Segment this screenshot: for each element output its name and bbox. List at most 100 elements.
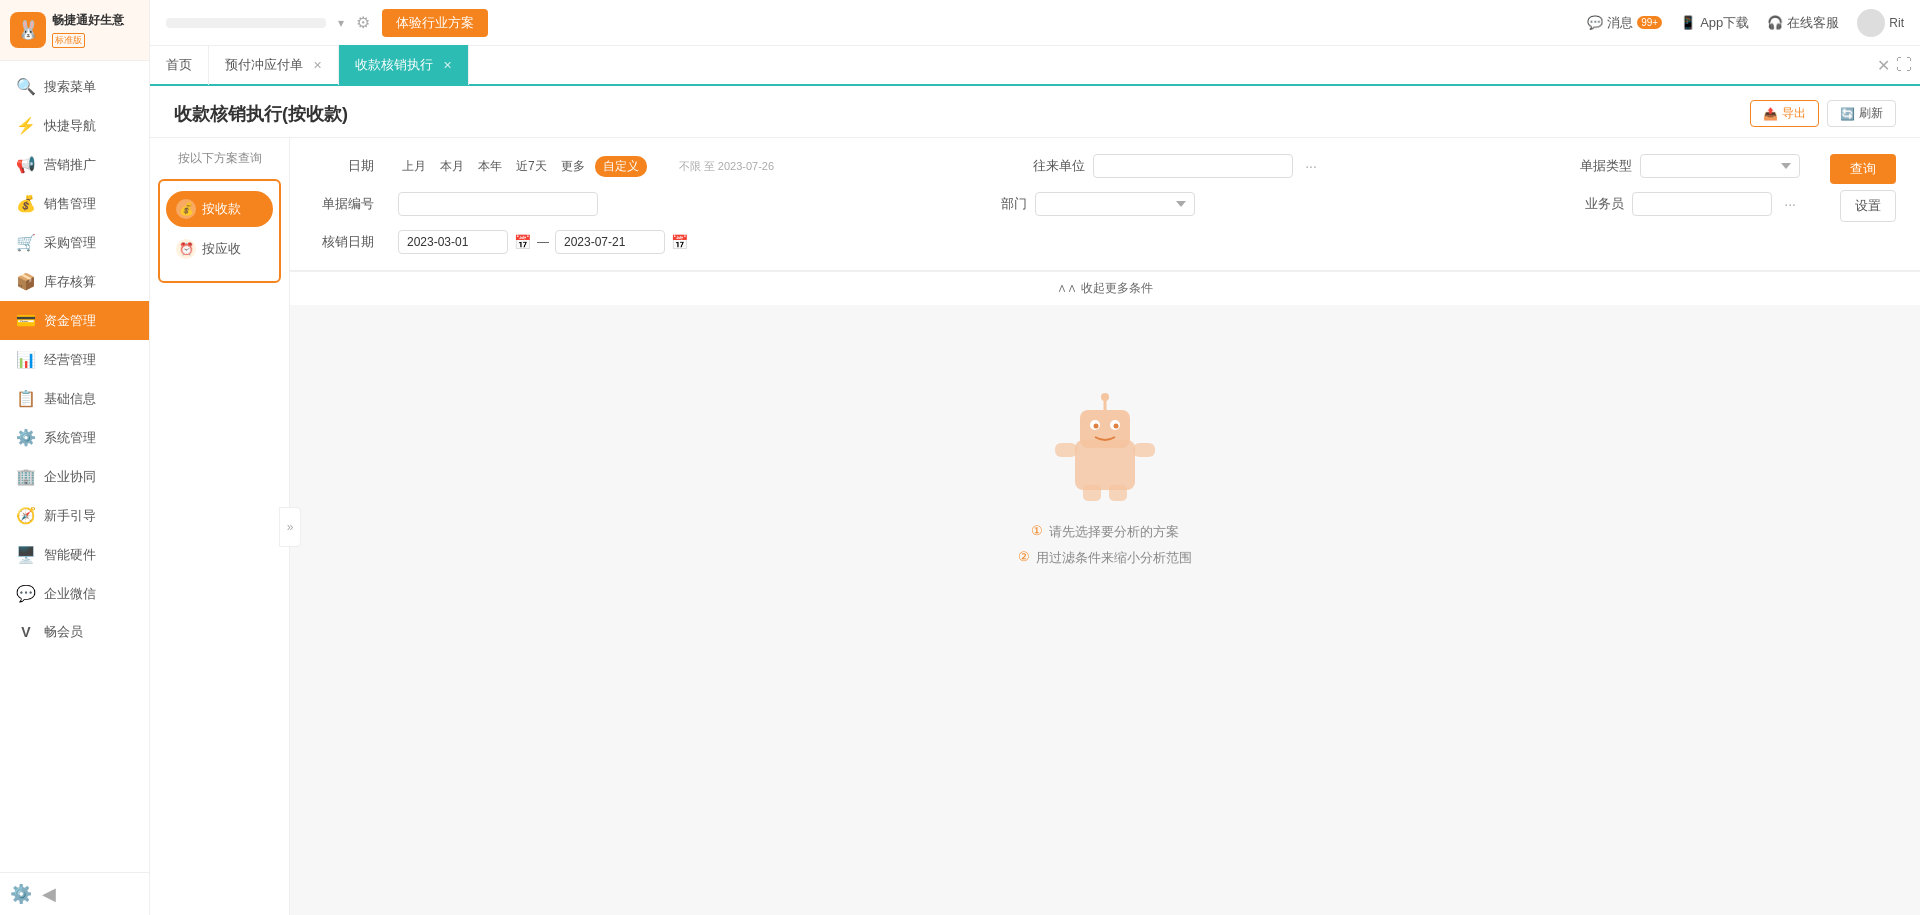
content-area: 按以下方案查询 💰 按收款 ⏰ 按应收 » xyxy=(150,138,1920,915)
calendar-end-icon[interactable]: 📅 xyxy=(671,234,688,250)
sidebar-item-marketing[interactable]: 📢 营销推广 xyxy=(0,145,149,184)
sidebar-item-hardware[interactable]: 🖥️ 智能硬件 xyxy=(0,535,149,574)
management-icon: 📊 xyxy=(16,350,36,369)
bill-no-input[interactable] xyxy=(398,192,598,216)
expand-icon[interactable]: ⛶ xyxy=(1896,56,1912,74)
filter-options-container: 💰 按收款 ⏰ 按应收 xyxy=(158,179,281,283)
topbar-chevron-icon[interactable]: ▾ xyxy=(338,16,344,30)
dept-select[interactable] xyxy=(1035,192,1195,216)
sidebar-item-system[interactable]: ⚙️ 系统管理 xyxy=(0,418,149,457)
sidebar-item-basic[interactable]: 📋 基础信息 xyxy=(0,379,149,418)
user-account[interactable]: Rit xyxy=(1857,9,1904,37)
svg-rect-11 xyxy=(1109,485,1127,501)
sidebar-item-label: 智能硬件 xyxy=(44,546,96,564)
online-service-button[interactable]: 🎧 在线客服 xyxy=(1767,14,1839,32)
filter-option-label: 按收款 xyxy=(202,200,241,218)
date-no-limit: 不限 至 2023-07-26 xyxy=(679,159,774,174)
collapse-filter-panel-button[interactable]: » xyxy=(279,507,301,547)
collapse-arrow-icon: ∧∧ xyxy=(1057,281,1077,295)
collapse-more-conditions[interactable]: ∧∧ 收起更多条件 xyxy=(290,271,1920,305)
industry-solution-button[interactable]: 体验行业方案 xyxy=(382,9,488,37)
sidebar-item-wechat[interactable]: 💬 企业微信 xyxy=(0,574,149,613)
svg-point-5 xyxy=(1114,424,1119,429)
counterparty-input[interactable] xyxy=(1093,154,1293,178)
topbar: ▾ ⚙ 体验行业方案 💬 消息 99+ 📱 App下载 🎧 在线客服 Rit xyxy=(150,0,1920,46)
sidebar-item-label: 库存核算 xyxy=(44,273,96,291)
sidebar-item-label: 基础信息 xyxy=(44,390,96,408)
date-btn-this-year[interactable]: 本年 xyxy=(474,156,506,177)
query-area: 日期 上月 本月 本年 近7天 更多 自定义 不限 至 2023-07-26 xyxy=(290,138,1920,915)
refresh-icon: 🔄 xyxy=(1840,107,1855,121)
tab-prepay[interactable]: 预付冲应付单 ✕ xyxy=(209,45,339,85)
settings-button[interactable]: 设置 xyxy=(1840,190,1896,222)
staff-input[interactable] xyxy=(1632,192,1772,216)
writeoff-end-date[interactable] xyxy=(555,230,665,254)
settings-icon[interactable]: ⚙️ xyxy=(10,883,32,905)
hardware-icon: 🖥️ xyxy=(16,545,36,564)
filter-option-by-receipt[interactable]: 💰 按收款 xyxy=(166,191,273,227)
message-label: 消息 xyxy=(1607,14,1633,32)
date-btn-last-month[interactable]: 上月 xyxy=(398,156,430,177)
system-icon: ⚙️ xyxy=(16,428,36,447)
topbar-gear-icon[interactable]: ⚙ xyxy=(356,13,370,32)
svg-rect-10 xyxy=(1083,485,1101,501)
sales-icon: 💰 xyxy=(16,194,36,213)
tab-prepay-close-icon[interactable]: ✕ xyxy=(313,59,322,72)
inventory-icon: 📦 xyxy=(16,272,36,291)
svg-rect-1 xyxy=(1080,410,1130,448)
by-receivable-icon: ⏰ xyxy=(176,239,196,259)
sidebar-item-management[interactable]: 📊 经营管理 xyxy=(0,340,149,379)
tab-receipt-writeoff[interactable]: 收款核销执行 ✕ xyxy=(339,45,469,85)
refresh-button[interactable]: 🔄 刷新 xyxy=(1827,100,1896,127)
sidebar-item-purchase[interactable]: 🛒 采购管理 xyxy=(0,223,149,262)
form-row-writeoff-date: 核销日期 📅 — 📅 xyxy=(314,230,1800,254)
empty-robot-svg xyxy=(1045,385,1165,505)
tab-home-label: 首页 xyxy=(166,56,192,74)
logo-name: 畅捷通好生意 xyxy=(52,12,124,29)
date-btn-custom[interactable]: 自定义 xyxy=(595,156,647,177)
form-row-date: 日期 上月 本月 本年 近7天 更多 自定义 不限 至 2023-07-26 xyxy=(314,154,1800,178)
close-tab-icon[interactable]: ✕ xyxy=(1877,56,1890,75)
export-label: 导出 xyxy=(1782,105,1806,122)
sidebar-item-label: 快捷导航 xyxy=(44,117,96,135)
query-button[interactable]: 查询 xyxy=(1830,154,1896,184)
tab-receipt-writeoff-label: 收款核销执行 xyxy=(355,56,433,74)
date-btn-more[interactable]: 更多 xyxy=(557,156,589,177)
export-button[interactable]: 📤 导出 xyxy=(1750,100,1819,127)
sidebar-item-vip[interactable]: V 畅会员 xyxy=(0,613,149,651)
sidebar-item-label: 资金管理 xyxy=(44,312,96,330)
online-service-icon: 🎧 xyxy=(1767,15,1783,30)
sidebar-item-inventory[interactable]: 📦 库存核算 xyxy=(0,262,149,301)
refresh-label: 刷新 xyxy=(1859,105,1883,122)
sidebar-item-funds[interactable]: 💳 资金管理 xyxy=(0,301,149,340)
sidebar-item-enterprise[interactable]: 🏢 企业协同 xyxy=(0,457,149,496)
wechat-icon: 💬 xyxy=(16,584,36,603)
online-service-label: 在线客服 xyxy=(1787,14,1839,32)
app-download-button[interactable]: 📱 App下载 xyxy=(1680,14,1749,32)
sidebar-item-guide[interactable]: 🧭 新手引导 xyxy=(0,496,149,535)
date-btn-this-month[interactable]: 本月 xyxy=(436,156,468,177)
purchase-icon: 🛒 xyxy=(16,233,36,252)
empty-hint-2: ② 用过滤条件来缩小分析范围 xyxy=(1018,549,1192,567)
sidebar-item-sales[interactable]: 💰 销售管理 xyxy=(0,184,149,223)
filter-option-by-receivable[interactable]: ⏰ 按应收 xyxy=(166,231,273,267)
marketing-icon: 📢 xyxy=(16,155,36,174)
enterprise-icon: 🏢 xyxy=(16,467,36,486)
staff-more-icon[interactable]: ··· xyxy=(1780,194,1800,214)
sidebar-item-label: 采购管理 xyxy=(44,234,96,252)
bill-type-select[interactable] xyxy=(1640,154,1800,178)
form-row-billno: 单据编号 部门 业务员 ··· xyxy=(314,192,1800,216)
sidebar-item-search-menu[interactable]: 🔍 搜索菜单 xyxy=(0,67,149,106)
page-actions: 📤 导出 🔄 刷新 xyxy=(1750,100,1896,127)
tab-receipt-writeoff-close-icon[interactable]: ✕ xyxy=(443,59,452,72)
writeoff-start-date[interactable] xyxy=(398,230,508,254)
counterparty-more-icon[interactable]: ··· xyxy=(1301,156,1321,176)
tab-home[interactable]: 首页 xyxy=(150,45,209,85)
date-label: 日期 xyxy=(314,157,374,175)
sidebar-item-quick-nav[interactable]: ⚡ 快捷导航 xyxy=(0,106,149,145)
calendar-start-icon[interactable]: 📅 xyxy=(514,234,531,250)
message-button[interactable]: 💬 消息 99+ xyxy=(1587,14,1662,32)
collapse-sidebar-icon[interactable]: ◀ xyxy=(42,883,56,905)
date-btn-7days[interactable]: 近7天 xyxy=(512,156,551,177)
sidebar-bottom: ⚙️ ◀ xyxy=(0,872,149,915)
